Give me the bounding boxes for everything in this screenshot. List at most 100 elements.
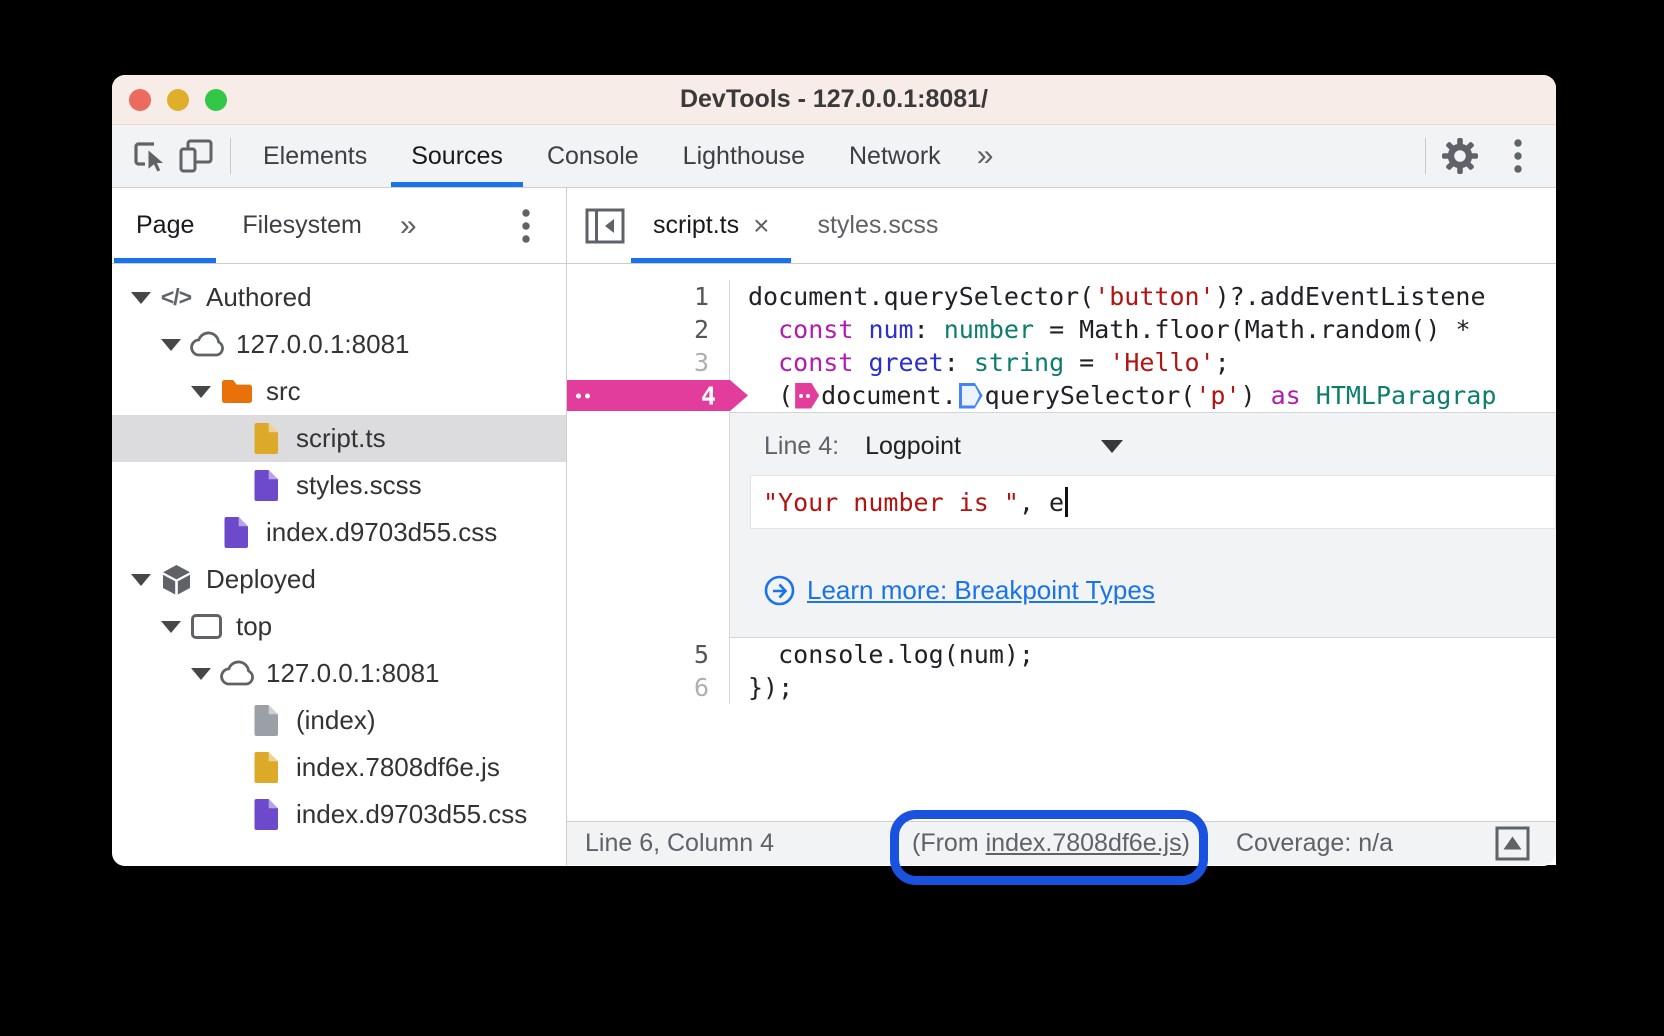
line-number-gutter[interactable]: 6 [567, 671, 730, 704]
code-token: 'p' [1195, 381, 1240, 410]
tree-item-top[interactable]: top [112, 603, 566, 650]
tree-item-label: index.d9703d55.css [266, 517, 497, 548]
more-vert-icon [520, 205, 532, 247]
inline-logpoint-marker[interactable] [795, 383, 819, 409]
code-token: }); [748, 673, 793, 702]
close-window-button[interactable] [129, 89, 151, 111]
tree-item-index-d9703d55-css[interactable]: index.d9703d55.css [112, 509, 566, 556]
sidebar-tab-filesystem[interactable]: Filesystem [218, 188, 385, 263]
tree-item-index-7808df6e-js[interactable]: index.7808df6e.js [112, 744, 566, 791]
more-panels-button[interactable]: » [963, 139, 1008, 173]
line-number-gutter[interactable]: 1 [567, 280, 730, 313]
breakpoint-edit-pane: Line 4: Logpoint "Your number is ", e [730, 412, 1556, 638]
code-token: HTMLParagrap [1316, 381, 1497, 410]
main-menu-button[interactable] [1494, 132, 1542, 180]
line-number-gutter[interactable]: 4 [567, 379, 730, 412]
expand-arrow-icon[interactable] [156, 339, 186, 351]
cloud-icon [186, 325, 226, 365]
tree-item-127-0-0-1-8081[interactable]: 127.0.0.1:8081 [112, 650, 566, 697]
code-line-content[interactable]: const num: number = Math.floor(Math.rand… [730, 313, 1486, 346]
line-number-gutter[interactable]: 5 [567, 638, 730, 671]
reveal-issues-button[interactable] [1488, 820, 1536, 868]
breakpoint-type-select[interactable]: Logpoint [865, 432, 961, 461]
inspect-element-button[interactable] [124, 132, 172, 180]
line-number: 4 [701, 381, 716, 410]
logpoint-expression-text: "Your number is ", e [763, 488, 1064, 517]
expand-arrow-icon[interactable] [156, 621, 186, 633]
status-bar: Line 6, Column 4 (From index.7808df6e.js… [567, 821, 1556, 865]
code-token: greet [868, 348, 943, 377]
tab-console[interactable]: Console [525, 125, 661, 187]
file-tab-script-ts[interactable]: script.ts× [629, 188, 793, 263]
sidebar-tab-page[interactable]: Page [112, 188, 218, 263]
tab-elements[interactable]: Elements [241, 125, 389, 187]
title-bar: DevTools - 127.0.0.1:8081/ [112, 75, 1556, 125]
source-map-origin: (From index.7808df6e.js) [912, 829, 1190, 858]
tree-item-authored[interactable]: </>Authored [112, 274, 566, 321]
more-vert-icon [1512, 135, 1524, 177]
tree-item-label: src [266, 376, 301, 407]
inspect-cursor-icon [127, 135, 169, 177]
sidebar-more-tabs-button[interactable]: » [386, 209, 431, 243]
logpoint-expression-input[interactable]: "Your number is ", e [750, 475, 1556, 529]
arrow-circle-icon [764, 575, 795, 606]
tree-item-script-ts[interactable]: script.ts [112, 415, 566, 462]
inline-breakpoint-marker[interactable] [959, 383, 983, 409]
close-tab-icon[interactable]: × [753, 212, 769, 240]
main-split: PageFilesystem » </>Authored127.0.0.1:80… [112, 188, 1556, 865]
breakpoint-types-link[interactable]: Learn more: Breakpoint Types [764, 575, 1556, 606]
line-number-gutter[interactable]: 2 [567, 313, 730, 346]
code-line-content[interactable]: const greet: string = 'Hello'; [730, 346, 1230, 379]
code-token: string [974, 348, 1064, 377]
tree-item-styles-scss[interactable]: styles.scss [112, 462, 566, 509]
code-line-content[interactable]: (document.querySelector('p') as HTMLPara… [730, 379, 1496, 412]
logpoint-badge[interactable]: 4 [567, 380, 748, 411]
cube-icon [156, 560, 196, 600]
code-token: const [778, 315, 853, 344]
tab-lighthouse[interactable]: Lighthouse [661, 125, 827, 187]
expand-arrow-icon[interactable] [126, 292, 156, 304]
tab-network[interactable]: Network [827, 125, 963, 187]
tree-item-127-0-0-1-8081[interactable]: 127.0.0.1:8081 [112, 321, 566, 368]
source-map-file-link[interactable]: index.7808df6e.js [986, 829, 1182, 857]
code-token: document. [821, 381, 956, 410]
code-line-content[interactable]: }); [730, 671, 793, 704]
gear-icon [1440, 136, 1480, 176]
code-token [1301, 381, 1316, 410]
code-token: ) [1241, 381, 1271, 410]
expand-arrow-icon[interactable] [186, 668, 216, 680]
hide-navigator-button[interactable] [581, 202, 629, 250]
file-tab-styles-scss[interactable]: styles.scss [793, 188, 962, 263]
devtools-window: DevTools - 127.0.0.1:8081/ ElementsSourc… [112, 75, 1556, 866]
code-token [748, 315, 778, 344]
code-line-2: 2 const num: number = Math.floor(Math.ra… [567, 313, 1556, 346]
device-toolbar-button[interactable] [172, 132, 220, 180]
code-token: = [1064, 348, 1109, 377]
sidebar-menu-button[interactable] [502, 202, 550, 250]
cursor-position: Line 6, Column 4 [585, 829, 774, 858]
zoom-window-button[interactable] [205, 89, 227, 111]
tree-item-index-d9703d55-css[interactable]: index.d9703d55.css [112, 791, 566, 838]
file-purple-icon [246, 466, 286, 506]
expand-arrow-icon[interactable] [126, 574, 156, 586]
code-token: const [778, 348, 853, 377]
file-tree: </>Authored127.0.0.1:8081srcscript.tssty… [112, 264, 566, 865]
tree-item-deployed[interactable]: Deployed [112, 556, 566, 603]
settings-button[interactable] [1436, 132, 1484, 180]
chevron-down-icon[interactable] [1101, 440, 1123, 453]
minimize-window-button[interactable] [167, 89, 189, 111]
code-line-content[interactable]: console.log(num); [730, 638, 1034, 671]
logpoint-line-label: Line 4: [764, 432, 839, 461]
tree-item-src[interactable]: src [112, 368, 566, 415]
triangle-box-icon [1494, 825, 1531, 862]
tab-sources[interactable]: Sources [389, 125, 525, 187]
code-token: as [1271, 381, 1301, 410]
tree-item-index[interactable]: (index) [112, 697, 566, 744]
code-line-3: 3 const greet: string = 'Hello'; [567, 346, 1556, 379]
device-toolbar-icon [175, 135, 217, 177]
expand-arrow-icon[interactable] [186, 386, 216, 398]
line-number-gutter[interactable]: 3 [567, 346, 730, 379]
file-purple-icon [216, 513, 256, 553]
code-line-content[interactable]: document.querySelector('button')?.addEve… [730, 280, 1486, 313]
code-token: : [914, 315, 944, 344]
